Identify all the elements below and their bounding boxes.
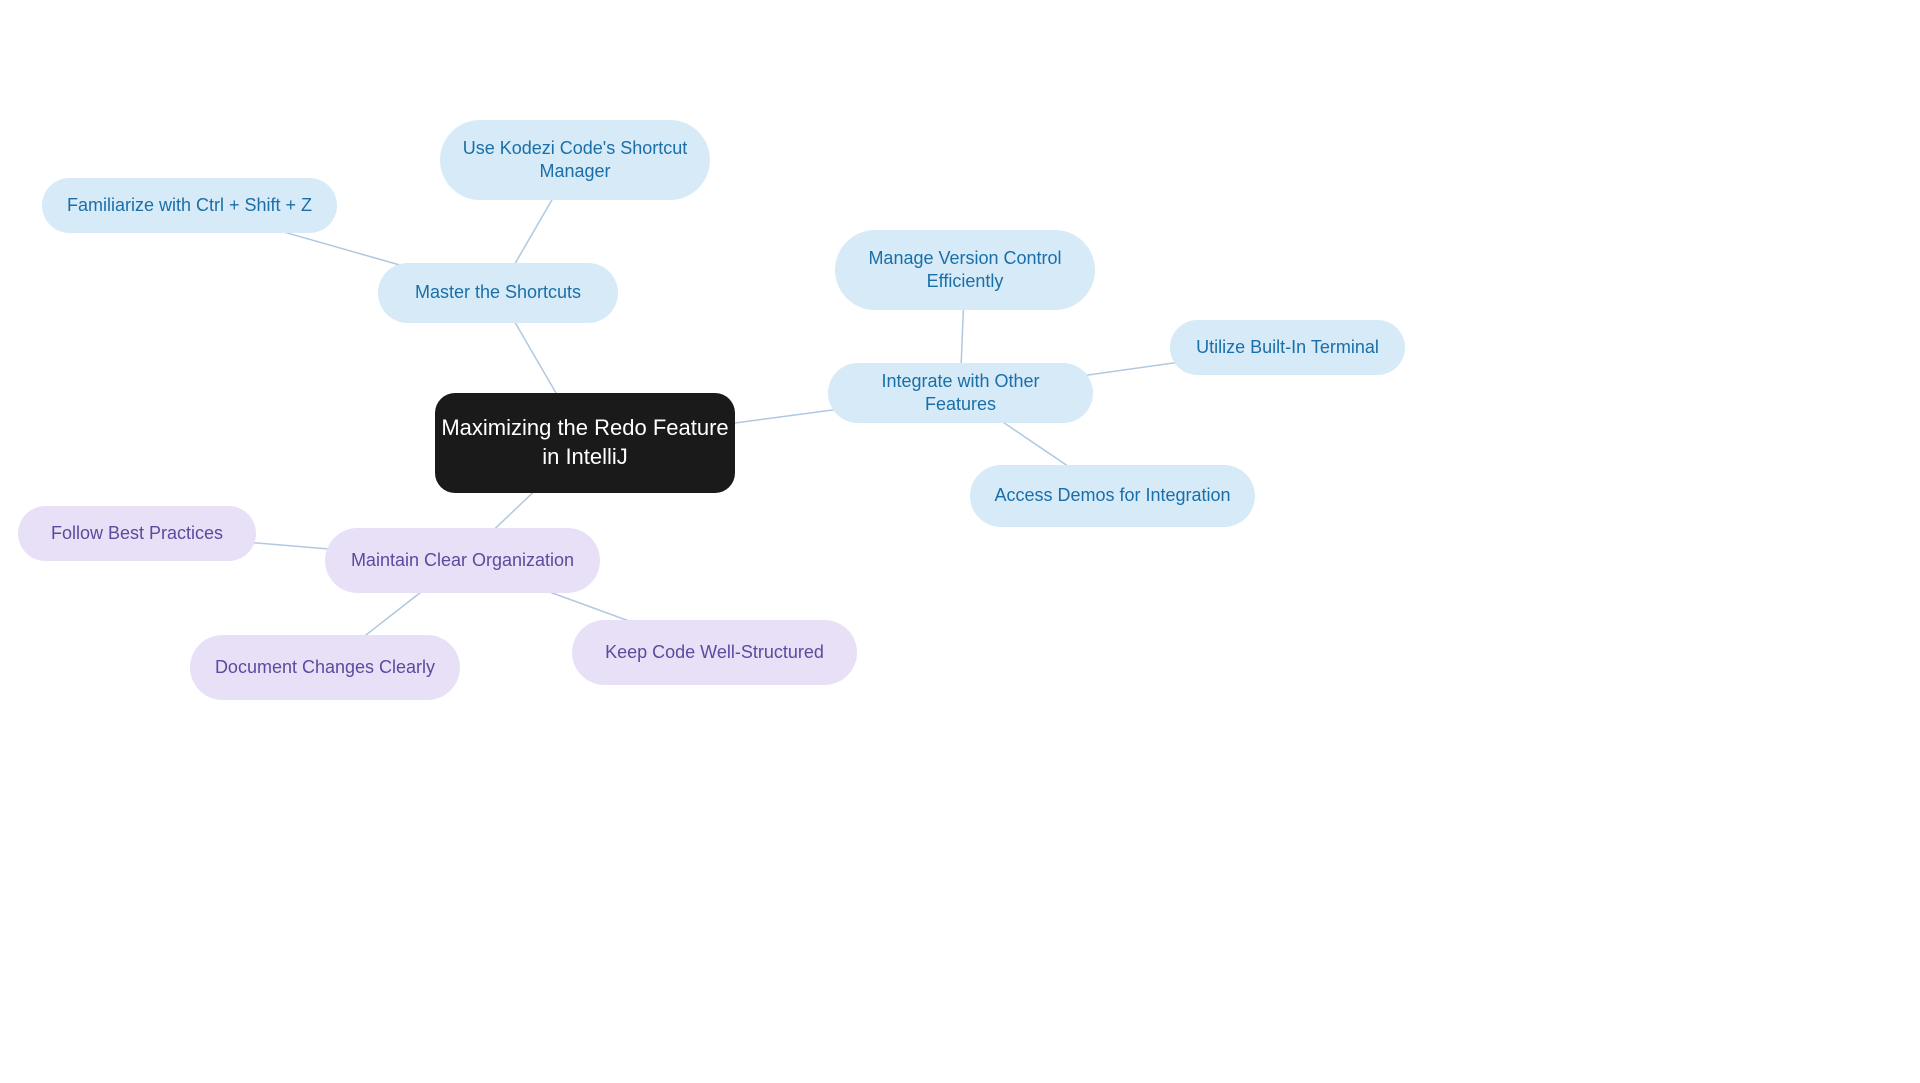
master-shortcuts-label: Master the Shortcuts [415, 281, 581, 304]
center-label: Maximizing the Redo Feature in IntelliJ [435, 414, 735, 471]
utilize-terminal-label: Utilize Built-In Terminal [1196, 336, 1379, 359]
use-kodezi-node[interactable]: Use Kodezi Code's Shortcut Manager [440, 120, 710, 200]
follow-best-node[interactable]: Follow Best Practices [18, 506, 256, 561]
integrate-features-label: Integrate with Other Features [848, 370, 1073, 417]
integrate-features-node[interactable]: Integrate with Other Features [828, 363, 1093, 423]
manage-version-node[interactable]: Manage Version Control Efficiently [835, 230, 1095, 310]
access-demos-node[interactable]: Access Demos for Integration [970, 465, 1255, 527]
keep-code-label: Keep Code Well-Structured [605, 641, 824, 664]
maintain-org-label: Maintain Clear Organization [351, 549, 574, 572]
use-kodezi-label: Use Kodezi Code's Shortcut Manager [460, 137, 690, 184]
manage-version-label: Manage Version Control Efficiently [855, 247, 1075, 294]
center-node[interactable]: Maximizing the Redo Feature in IntelliJ [435, 393, 735, 493]
master-shortcuts-node[interactable]: Master the Shortcuts [378, 263, 618, 323]
document-changes-node[interactable]: Document Changes Clearly [190, 635, 460, 700]
document-changes-label: Document Changes Clearly [215, 656, 435, 679]
access-demos-label: Access Demos for Integration [994, 484, 1230, 507]
familiarize-label: Familiarize with Ctrl + Shift + Z [67, 194, 312, 217]
familiarize-node[interactable]: Familiarize with Ctrl + Shift + Z [42, 178, 337, 233]
follow-best-label: Follow Best Practices [51, 522, 223, 545]
utilize-terminal-node[interactable]: Utilize Built-In Terminal [1170, 320, 1405, 375]
keep-code-node[interactable]: Keep Code Well-Structured [572, 620, 857, 685]
maintain-org-node[interactable]: Maintain Clear Organization [325, 528, 600, 593]
